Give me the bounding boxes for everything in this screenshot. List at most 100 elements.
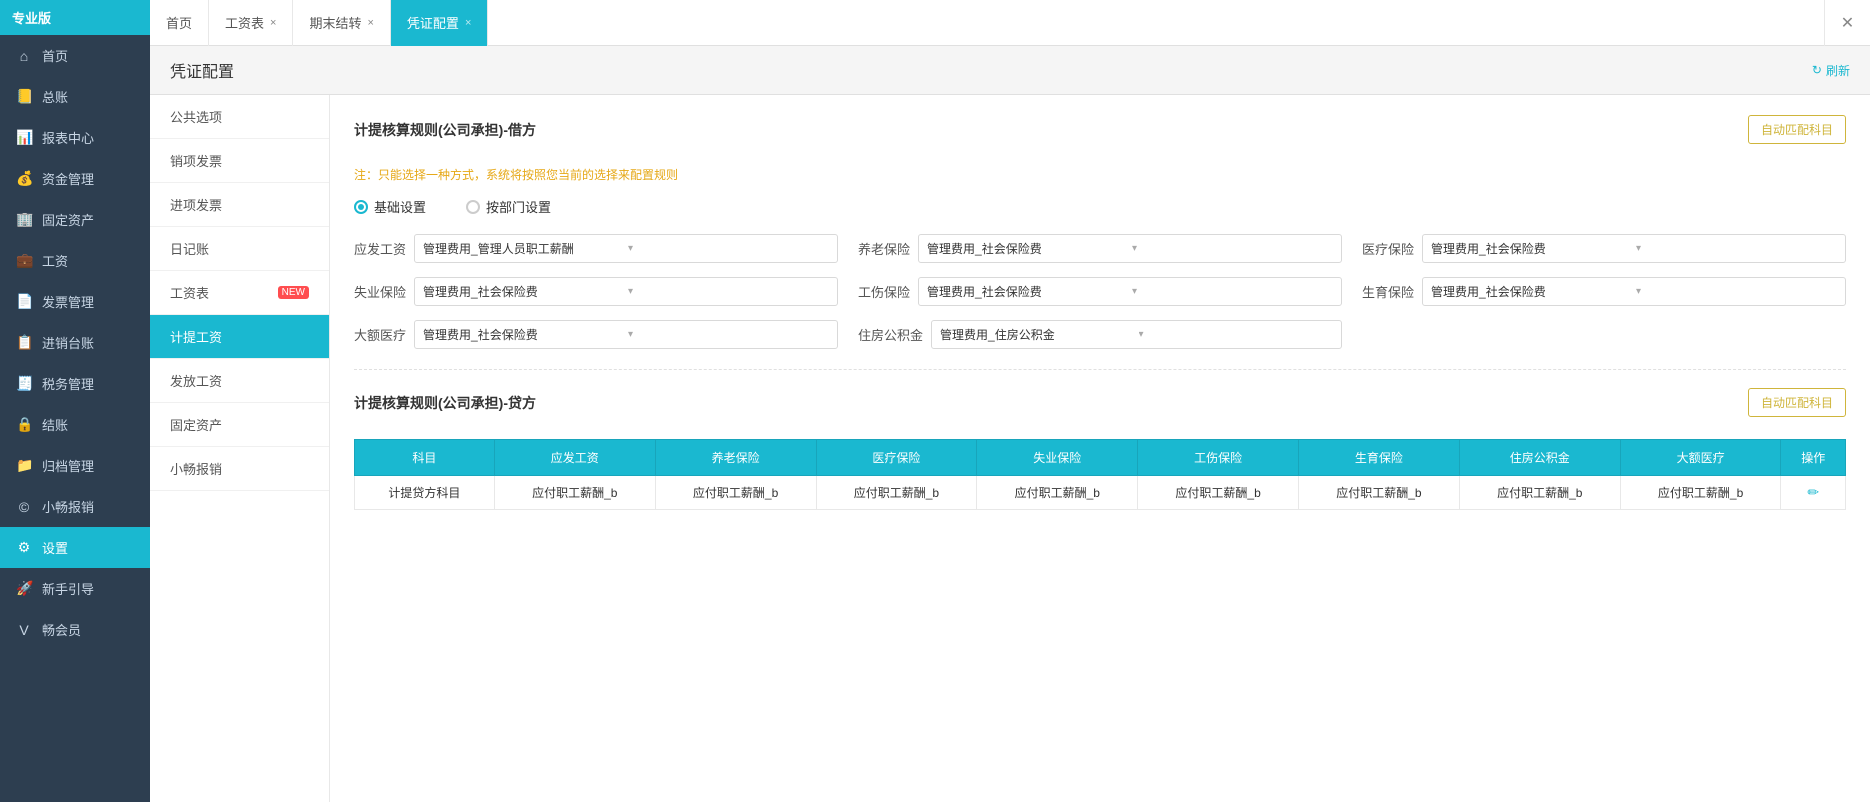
radio-basic-label: 基础设置 bbox=[374, 197, 426, 216]
sidebar-nav: ⌂ 首页 📒 总账 📊 报表中心 💰 资金管理 🏢 固定资产 💼 工资 📄 发票… bbox=[0, 35, 150, 802]
tab-close-payroll[interactable]: × bbox=[270, 17, 276, 29]
form-item-row0-col1: 养老保险 管理费用_社会保险费 ▾ bbox=[858, 234, 1342, 263]
sidebar-item-closing[interactable]: 🔒 结账 bbox=[0, 404, 150, 445]
form-item-row2-col0: 大额医疗 管理费用_社会保险费 ▾ bbox=[354, 320, 838, 349]
sidebar-item-vip[interactable]: V 畅会员 bbox=[0, 609, 150, 650]
refresh-button[interactable]: ↻ 刷新 bbox=[1812, 62, 1850, 79]
table-col-7: 住房公积金 bbox=[1459, 440, 1620, 476]
ledger-icon: 📒 bbox=[16, 88, 32, 105]
left-menu-item-journal[interactable]: 日记账 bbox=[150, 227, 329, 271]
app-edition: 专业版 bbox=[0, 0, 150, 35]
tab-period-close[interactable]: 期末结转 × bbox=[293, 0, 390, 46]
section2-header: 计提核算规则(公司承担)-贷方 自动匹配科目 bbox=[354, 388, 1846, 427]
sidebar-item-reports[interactable]: 📊 报表中心 bbox=[0, 117, 150, 158]
sidebar-label-ledger: 总账 bbox=[42, 87, 68, 106]
sidebar-label-closing: 结账 bbox=[42, 415, 68, 434]
table-col-4: 失业保险 bbox=[977, 440, 1138, 476]
assets-icon: 🏢 bbox=[16, 211, 32, 228]
sidebar-item-sales-ledger[interactable]: 📋 进销台账 bbox=[0, 322, 150, 363]
sidebar-item-funds[interactable]: 💰 资金管理 bbox=[0, 158, 150, 199]
chevron-down-icon-1-0: ▾ bbox=[628, 286, 829, 297]
sales-ledger-icon: 📋 bbox=[16, 334, 32, 351]
form-label-0-0: 应发工资 bbox=[354, 239, 406, 258]
tab-label-home: 首页 bbox=[166, 13, 192, 32]
radio-basic-circle bbox=[354, 200, 368, 214]
form-select-0-1[interactable]: 管理费用_社会保险费 ▾ bbox=[918, 234, 1342, 263]
table-col-0: 科目 bbox=[355, 440, 495, 476]
form-select-0-0[interactable]: 管理费用_管理人员职工薪酬 ▾ bbox=[414, 234, 838, 263]
section1-header: 计提核算规则(公司承担)-借方 自动匹配科目 bbox=[354, 115, 1846, 154]
form-label-0-2: 医疗保险 bbox=[1362, 239, 1414, 258]
credit-table: 科目应发工资养老保险医疗保险失业保险工伤保险生育保险住房公积金大额医疗操作 计提… bbox=[354, 439, 1846, 510]
chevron-down-icon-2-0: ▾ bbox=[628, 329, 829, 340]
section1-note: 注：只能选择一种方式，系统将按照您当前的选择来配置规则 bbox=[354, 166, 1846, 183]
tab-payroll[interactable]: 工资表 × bbox=[209, 0, 293, 46]
left-menu-item-public-options[interactable]: 公共选项 bbox=[150, 95, 329, 139]
left-menu-item-xiaochang-expenses[interactable]: 小畅报销 bbox=[150, 447, 329, 491]
sidebar-item-ledger[interactable]: 📒 总账 bbox=[0, 76, 150, 117]
chevron-down-icon-0-1: ▾ bbox=[1132, 243, 1333, 254]
sidebar-item-archive[interactable]: 📁 归档管理 bbox=[0, 445, 150, 486]
form-select-1-1[interactable]: 管理费用_社会保险费 ▾ bbox=[918, 277, 1342, 306]
edit-icon-0[interactable]: ✏ bbox=[1807, 484, 1819, 500]
form-select-1-2[interactable]: 管理费用_社会保险费 ▾ bbox=[1422, 277, 1846, 306]
auto-match-button-2[interactable]: 自动匹配科目 bbox=[1748, 388, 1846, 417]
tab-close-period-close[interactable]: × bbox=[367, 17, 373, 29]
xiaochang-report-icon: © bbox=[16, 499, 32, 515]
table-cell-0-7: 应付职工薪酬_b bbox=[1459, 476, 1620, 510]
left-menu-label-accrual-salary: 计提工资 bbox=[170, 327, 222, 346]
section-divider bbox=[354, 369, 1846, 370]
tab-label-payroll: 工资表 bbox=[225, 13, 264, 32]
radio-by-dept[interactable]: 按部门设置 bbox=[466, 197, 551, 216]
table-cell-0-8: 应付职工薪酬_b bbox=[1620, 476, 1781, 510]
form-select-1-0[interactable]: 管理费用_社会保险费 ▾ bbox=[414, 277, 838, 306]
form-select-0-2[interactable]: 管理费用_社会保险费 ▾ bbox=[1422, 234, 1846, 263]
sidebar-item-tax-mgmt[interactable]: 🧾 税务管理 bbox=[0, 363, 150, 404]
form-item-row0-col0: 应发工资 管理费用_管理人员职工薪酬 ▾ bbox=[354, 234, 838, 263]
sidebar-item-settings[interactable]: ⚙ 设置 bbox=[0, 527, 150, 568]
left-menu-label-public-options: 公共选项 bbox=[170, 107, 222, 126]
sidebar-item-salary[interactable]: 💼 工资 bbox=[0, 240, 150, 281]
left-menu-item-distribute-salary[interactable]: 发放工资 bbox=[150, 359, 329, 403]
left-menu-item-fixed-assets[interactable]: 固定资产 bbox=[150, 403, 329, 447]
sidebar-item-guide[interactable]: 🚀 新手引导 bbox=[0, 568, 150, 609]
form-item-row1-col1: 工伤保险 管理费用_社会保险费 ▾ bbox=[858, 277, 1342, 306]
table-head: 科目应发工资养老保险医疗保险失业保险工伤保险生育保险住房公积金大额医疗操作 bbox=[355, 440, 1846, 476]
left-menu-item-accrual-salary[interactable]: 计提工资 bbox=[150, 315, 329, 359]
form-select-value-2-0: 管理费用_社会保险费 bbox=[423, 326, 624, 343]
sidebar-label-settings: 设置 bbox=[42, 538, 68, 557]
form-select-2-1[interactable]: 管理费用_住房公积金 ▾ bbox=[931, 320, 1342, 349]
form-item-row0-col2: 医疗保险 管理费用_社会保险费 ▾ bbox=[1362, 234, 1846, 263]
sidebar-item-invoice-mgmt[interactable]: 📄 发票管理 bbox=[0, 281, 150, 322]
sidebar-label-home: 首页 bbox=[42, 46, 68, 65]
sidebar-item-home[interactable]: ⌂ 首页 bbox=[0, 35, 150, 76]
radio-basic[interactable]: 基础设置 bbox=[354, 197, 426, 216]
form-item-row2-col1: 住房公积金 管理费用_住房公积金 ▾ bbox=[858, 320, 1342, 349]
tab-home[interactable]: 首页 bbox=[150, 0, 209, 46]
table-col-6: 生育保险 bbox=[1299, 440, 1460, 476]
tab-voucher-config[interactable]: 凭证配置× bbox=[391, 0, 488, 46]
auto-match-button-1[interactable]: 自动匹配科目 bbox=[1748, 115, 1846, 144]
tab-label-period-close: 期末结转 bbox=[309, 13, 361, 32]
sidebar-item-assets[interactable]: 🏢 固定资产 bbox=[0, 199, 150, 240]
left-menu-item-purchase-invoice[interactable]: 进项发票 bbox=[150, 183, 329, 227]
form-label-2-0: 大额医疗 bbox=[354, 325, 406, 344]
sidebar-item-xiaochang-report[interactable]: © 小畅报销 bbox=[0, 486, 150, 527]
chevron-down-icon-0-2: ▾ bbox=[1636, 243, 1837, 254]
page-content: 凭证配置 ↻ 刷新 公共选项销项发票进项发票日记账工资表NEW计提工资发放工资固… bbox=[150, 46, 1870, 802]
close-button[interactable]: ✕ bbox=[1824, 0, 1870, 46]
left-menu: 公共选项销项发票进项发票日记账工资表NEW 计提工资发放工资固定资产小畅报销 bbox=[150, 95, 330, 802]
left-menu-item-sales-invoice[interactable]: 销项发票 bbox=[150, 139, 329, 183]
form-select-2-0[interactable]: 管理费用_社会保险费 ▾ bbox=[414, 320, 838, 349]
sidebar-label-salary: 工资 bbox=[42, 251, 68, 270]
topbar: 首页工资表×期末结转×凭证配置×✕ bbox=[150, 0, 1870, 46]
reports-icon: 📊 bbox=[16, 129, 32, 146]
table-body: 计提贷方科目应付职工薪酬_b应付职工薪酬_b应付职工薪酬_b应付职工薪酬_b应付… bbox=[355, 476, 1846, 510]
left-menu-item-payroll-table[interactable]: 工资表NEW bbox=[150, 271, 329, 315]
sidebar-label-reports: 报表中心 bbox=[42, 128, 94, 147]
tab-close-voucher-config[interactable]: × bbox=[465, 17, 471, 29]
sidebar: 专业版 ⌂ 首页 📒 总账 📊 报表中心 💰 资金管理 🏢 固定资产 💼 工资 … bbox=[0, 0, 150, 802]
left-menu-label-purchase-invoice: 进项发票 bbox=[170, 195, 222, 214]
table-cell-0-9[interactable]: ✏ bbox=[1781, 476, 1846, 510]
section1-title: 计提核算规则(公司承担)-借方 bbox=[354, 120, 536, 140]
